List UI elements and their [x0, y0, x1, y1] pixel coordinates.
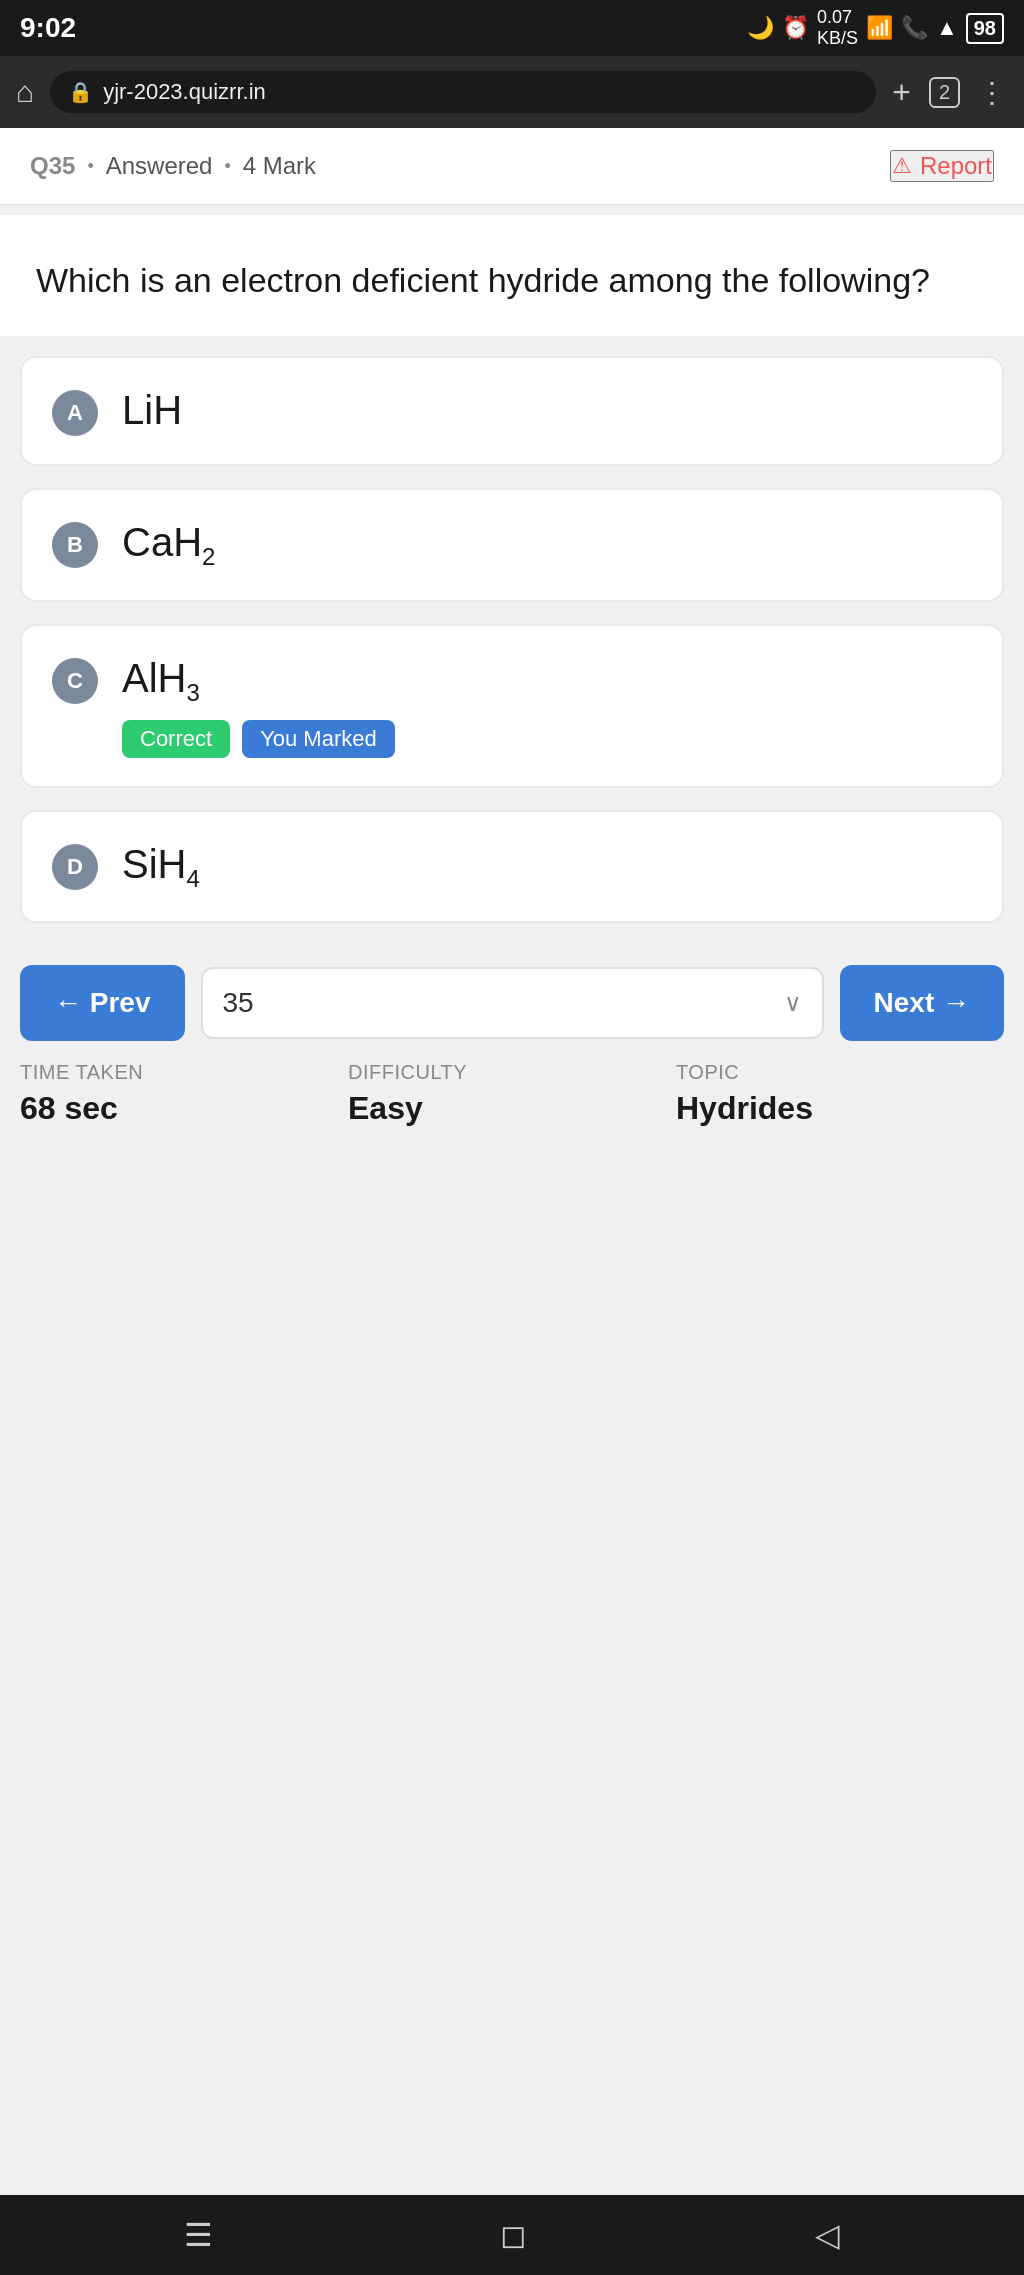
option-a-formula: LiH	[122, 386, 972, 434]
question-selector[interactable]: 35 ∨	[201, 967, 824, 1039]
browser-bar: ⌂ 🔒 yjr-2023.quizrr.in + 2 ⋮	[0, 56, 1024, 128]
chevron-down-icon: ∨	[784, 989, 802, 1017]
option-d[interactable]: D SiH4	[20, 810, 1004, 924]
option-c-badges: Correct You Marked	[122, 720, 972, 758]
add-tab-icon[interactable]: +	[892, 74, 911, 111]
option-d-label: D	[52, 844, 98, 890]
status-bar: 9:02 🌙 ⏰ 0.07KB/S 📶 📞 ▲ 98	[0, 0, 1024, 56]
spacer7	[0, 1337, 1024, 1367]
home-icon[interactable]: ⌂	[16, 75, 34, 109]
question-meta: Q35 • Answered • 4 Mark	[30, 152, 316, 180]
bottom-nav-bar: ☰ ◻ ◁	[0, 2195, 1024, 2275]
navigation-bar: ← Prev 35 ∨ Next →	[0, 945, 1024, 1051]
wifi-icon: 📶	[866, 15, 893, 41]
correct-badge: Correct	[122, 720, 230, 758]
options-container: A LiH B CaH2 C AlH3 Correct Y	[0, 346, 1024, 923]
back-icon[interactable]: ◁	[815, 2216, 840, 2254]
option-a-content: LiH	[122, 386, 972, 434]
difficulty-stat: DIFFICULTY Easy	[348, 1061, 676, 1127]
option-c-content: AlH3 Correct You Marked	[122, 654, 972, 758]
question-text: Which is an electron deficient hydride a…	[36, 255, 988, 306]
report-icon: ⚠	[892, 153, 912, 179]
topic-label: TOPIC	[676, 1061, 1004, 1084]
alarm-icon: ⏰	[782, 15, 809, 41]
spacer5	[0, 1277, 1024, 1307]
spacer4	[0, 1247, 1024, 1277]
next-button[interactable]: Next →	[840, 965, 1004, 1041]
option-b-label: B	[52, 522, 98, 568]
spacer	[0, 1157, 1024, 1187]
status-time: 9:02	[20, 12, 76, 44]
spacer2	[0, 1187, 1024, 1217]
option-c-label: C	[52, 658, 98, 704]
option-c[interactable]: C AlH3 Correct You Marked	[20, 624, 1004, 788]
question-header: Q35 • Answered • 4 Mark ⚠ Report	[0, 128, 1024, 205]
time-taken-value: 68 sec	[20, 1090, 348, 1127]
question-body: Which is an electron deficient hydride a…	[0, 215, 1024, 336]
answered-label: Answered	[106, 152, 213, 180]
mark-label: 4 Mark	[243, 152, 316, 180]
spacer3	[0, 1217, 1024, 1247]
option-b-formula: CaH2	[122, 518, 972, 572]
moon-icon: 🌙	[747, 15, 774, 41]
time-taken-stat: TIME TAKEN 68 sec	[20, 1061, 348, 1127]
option-a-label: A	[52, 390, 98, 436]
option-d-formula: SiH4	[122, 840, 972, 894]
spacer6	[0, 1307, 1024, 1337]
question-number: Q35	[30, 152, 75, 180]
time-taken-label: TIME TAKEN	[20, 1061, 348, 1084]
main-content: Q35 • Answered • 4 Mark ⚠ Report Which i…	[0, 128, 1024, 2195]
spacer8	[0, 1367, 1024, 1397]
topic-value: Hydrides	[676, 1090, 1004, 1127]
option-b-content: CaH2	[122, 518, 972, 572]
menu-icon[interactable]: ☰	[184, 2216, 213, 2254]
url-text: yjr-2023.quizrr.in	[103, 79, 266, 105]
speed-text: 0.07KB/S	[817, 7, 858, 49]
option-c-formula: AlH3	[122, 654, 972, 708]
topic-stat: TOPIC Hydrides	[676, 1061, 1004, 1127]
current-question-number: 35	[223, 987, 254, 1019]
stats-bar: TIME TAKEN 68 sec DIFFICULTY Easy TOPIC …	[0, 1051, 1024, 1157]
battery-badge: 98	[966, 13, 1004, 44]
dot1: •	[87, 156, 93, 177]
option-b[interactable]: B CaH2	[20, 488, 1004, 602]
home-nav-icon[interactable]: ◻	[500, 2216, 527, 2254]
difficulty-label: DIFFICULTY	[348, 1061, 676, 1084]
option-a[interactable]: A LiH	[20, 356, 1004, 466]
url-box[interactable]: 🔒 yjr-2023.quizrr.in	[50, 71, 876, 113]
network-icon: ▲	[936, 15, 958, 41]
lock-icon: 🔒	[68, 80, 93, 104]
option-d-content: SiH4	[122, 840, 972, 894]
status-icons: 🌙 ⏰ 0.07KB/S 📶 📞 ▲ 98	[747, 7, 1004, 49]
tabs-count[interactable]: 2	[929, 77, 960, 108]
prev-button[interactable]: ← Prev	[20, 965, 185, 1041]
report-label: Report	[920, 152, 992, 180]
browser-menu-icon[interactable]: ⋮	[978, 76, 1008, 109]
browser-actions: + 2 ⋮	[892, 74, 1008, 111]
report-button[interactable]: ⚠ Report	[890, 150, 994, 182]
marked-badge: You Marked	[242, 720, 395, 758]
difficulty-value: Easy	[348, 1090, 676, 1127]
dot2: •	[224, 156, 230, 177]
signal-icon: 📞	[901, 15, 928, 41]
